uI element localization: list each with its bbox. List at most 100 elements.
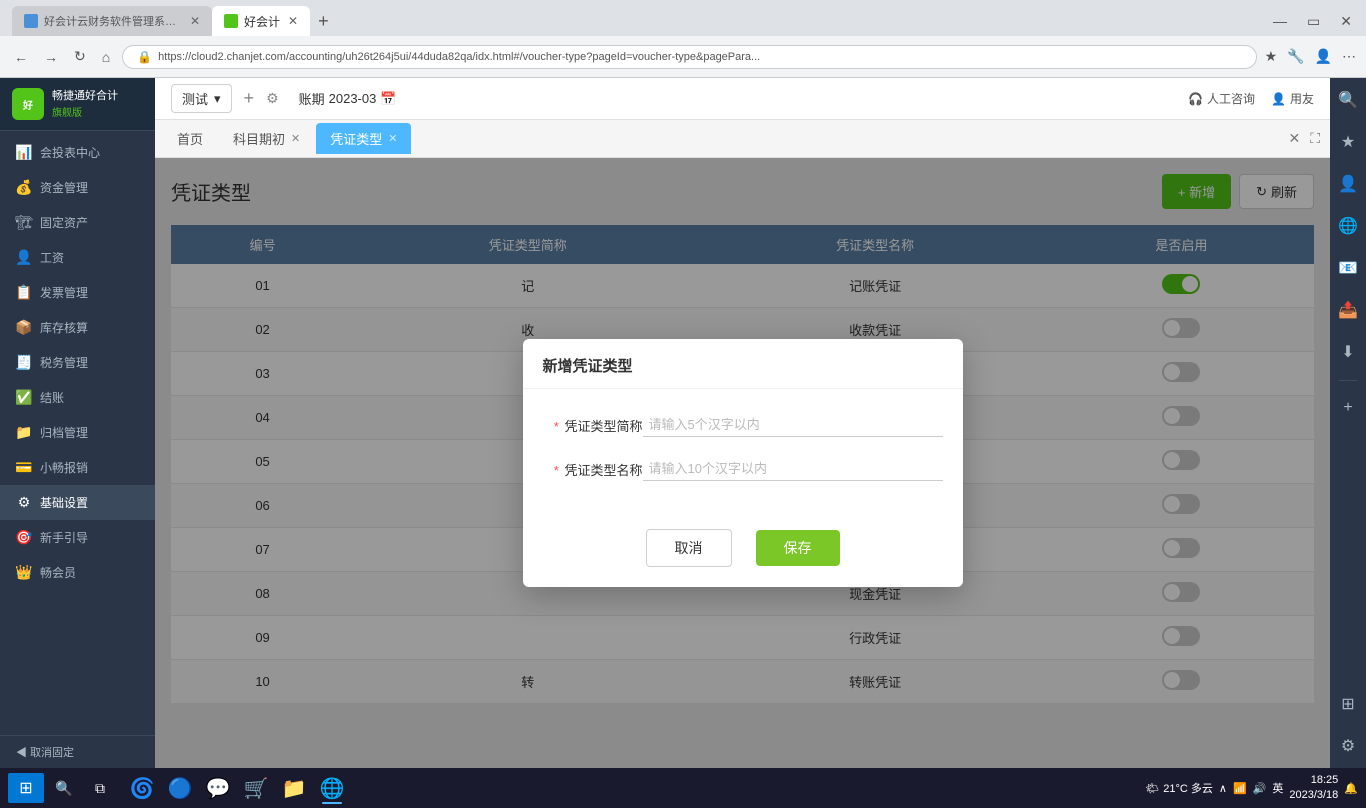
store-icon: 🛒	[244, 776, 269, 801]
cancel-button[interactable]: 取消	[646, 529, 732, 567]
calendar-icon[interactable]: 📅	[380, 91, 396, 107]
tab-bar: 好会计云财务软件管理系统_会计 ✕ 好会计 ✕ + — ▭ ✕	[0, 0, 1366, 36]
taskbar-app-wechat[interactable]: 💬	[200, 770, 236, 806]
tab-window-controls: ✕ ⛶	[1286, 128, 1322, 149]
app-logo: 好	[12, 88, 44, 120]
company-selector[interactable]: 测试 ▾	[171, 84, 232, 113]
rs-download-icon[interactable]: ⬇	[1337, 338, 1358, 366]
sidebar-item-expense[interactable]: 💳 小畅报销	[0, 450, 155, 485]
topbar-right: 🎧 人工咨询 👤 用友	[1188, 90, 1314, 107]
tab-close-2[interactable]: ✕	[288, 14, 298, 28]
period-value: 2023-03	[329, 91, 377, 106]
sidebar-item-investments[interactable]: 📊 会投表中心	[0, 135, 155, 170]
volume-icon[interactable]: 🔊	[1253, 782, 1267, 795]
app-main: 测试 ▾ + ⚙ 账期 2023-03 📅 🎧 人工咨询 👤 用友	[155, 78, 1330, 768]
close-button[interactable]: ✕	[1334, 13, 1358, 30]
clock-date: 2023/3/18	[1289, 788, 1338, 803]
tab-expand-button[interactable]: ⛶	[1308, 128, 1322, 149]
url-text: https://cloud2.chanjet.com/accounting/uh…	[158, 51, 1241, 63]
profile-icon[interactable]: 👤	[1315, 48, 1332, 65]
back-button[interactable]: ←	[10, 49, 32, 65]
sidebar-item-tax[interactable]: 🧾 税务管理	[0, 345, 155, 380]
more-icon[interactable]: ⋯	[1342, 48, 1356, 65]
rs-grid-icon[interactable]: ⊞	[1337, 690, 1358, 718]
minimize-button[interactable]: —	[1267, 13, 1293, 29]
period-label: 账期	[299, 89, 325, 108]
rs-outlook-icon[interactable]: 📧	[1334, 254, 1362, 282]
rs-gear-icon[interactable]: ⚙	[1337, 732, 1359, 760]
tab-voucher-label: 凭证类型	[330, 129, 382, 148]
extensions-icon[interactable]: 🔧	[1287, 48, 1304, 65]
wechat-icon: 💬	[206, 776, 231, 801]
app-version: 旗舰版	[52, 104, 118, 119]
rs-add-icon[interactable]: +	[1339, 395, 1356, 421]
tab-home[interactable]: 首页	[163, 123, 217, 154]
browser-tab-2[interactable]: 好会计 ✕	[212, 6, 310, 36]
refresh-button[interactable]: ↻	[70, 48, 90, 65]
add-company-icon[interactable]: +	[244, 88, 255, 109]
tab-voucher-close[interactable]: ✕	[388, 132, 397, 145]
favorites-icon[interactable]: ★	[1265, 48, 1278, 65]
user-button[interactable]: 👤 用友	[1271, 90, 1314, 107]
tab-minimize-button[interactable]: ✕	[1286, 128, 1302, 149]
sidebar-item-guide[interactable]: 🎯 新手引导	[0, 520, 155, 555]
rs-user-icon[interactable]: 👤	[1334, 170, 1362, 198]
sidebar-item-invoice[interactable]: 📋 发票管理	[0, 275, 155, 310]
tab-voucher-type[interactable]: 凭证类型 ✕	[316, 123, 411, 154]
task-view-button[interactable]: ⧉	[84, 773, 116, 803]
sidebar-item-settle[interactable]: ✅ 结账	[0, 380, 155, 415]
cancel-pin-button[interactable]: ◀ 取消固定	[0, 735, 155, 768]
browser-tab-1[interactable]: 好会计云财务软件管理系统_会计 ✕	[12, 6, 212, 36]
taskbar-app-chrome[interactable]: 🔵	[162, 770, 198, 806]
sidebar-label-expense: 小畅报销	[40, 459, 88, 476]
taskbar-app-folder[interactable]: 📁	[276, 770, 312, 806]
folder-icon: 📁	[282, 776, 307, 801]
sidebar-item-member[interactable]: 👑 畅会员	[0, 555, 155, 590]
rs-bookmark-icon[interactable]: ★	[1337, 128, 1359, 156]
taskbar-app-store[interactable]: 🛒	[238, 770, 274, 806]
sidebar-item-archive[interactable]: 📁 归档管理	[0, 415, 155, 450]
search-taskbar-button[interactable]: 🔍	[48, 773, 80, 803]
home-button[interactable]: ⌂	[98, 49, 114, 65]
rs-share-icon[interactable]: 📤	[1334, 296, 1362, 324]
abbr-input[interactable]	[643, 413, 943, 437]
tab-close-1[interactable]: ✕	[190, 14, 200, 28]
sidebar-item-fixed-assets[interactable]: 🏗 固定资产	[0, 205, 155, 240]
sidebar-label-tax: 税务管理	[40, 354, 88, 371]
start-button[interactable]: ⊞	[8, 773, 44, 803]
sidebar-item-finance[interactable]: 💰 资金管理	[0, 170, 155, 205]
notification-area: 🌤 21°C 多云	[1145, 780, 1213, 796]
save-button[interactable]: 保存	[756, 530, 840, 566]
sidebar: 好 畅捷通好合计 旗舰版 📊 会投表中心 💰 资金管理 🏗 固定资产 👤 工资	[0, 78, 155, 768]
restore-button[interactable]: ▭	[1301, 13, 1326, 30]
name-input[interactable]	[643, 457, 943, 481]
settings-gear-icon[interactable]: ⚙	[266, 90, 279, 107]
up-arrow-icon[interactable]: ∧	[1219, 782, 1227, 795]
notification-icon[interactable]: 🔔	[1344, 782, 1358, 795]
content-area: 凭证类型 + 新增 ↻ 刷新 编号 凭证类型简称 凭证类型名称 是否启用	[155, 158, 1330, 768]
tab-title-1: 好会计云财务软件管理系统_会计	[44, 13, 182, 29]
new-tab-button[interactable]: +	[318, 11, 329, 32]
url-box[interactable]: 🔒 https://cloud2.chanjet.com/accounting/…	[122, 45, 1256, 69]
taskbar-app-browser[interactable]: 🌐	[314, 770, 350, 806]
archive-icon: 📁	[16, 425, 32, 441]
taskbar-right: 🌤 21°C 多云 ∧ 📶 🔊 英 18:25 2023/3/18 🔔	[1145, 773, 1358, 804]
consultant-button[interactable]: 🎧 人工咨询	[1188, 90, 1255, 107]
rs-search-icon[interactable]: 🔍	[1334, 86, 1362, 114]
task-view-icon: ⧉	[95, 780, 105, 797]
tab-subject-close[interactable]: ✕	[291, 132, 300, 145]
sidebar-item-settings[interactable]: ⚙ 基础设置	[0, 485, 155, 520]
rs-browser-icon[interactable]: 🌐	[1334, 212, 1362, 240]
dropdown-icon: ▾	[214, 91, 221, 107]
expense-icon: 💳	[16, 460, 32, 476]
user-label: 用友	[1290, 90, 1314, 107]
forward-button[interactable]: →	[40, 49, 62, 65]
name-form-row: * 凭证类型名称	[543, 457, 943, 481]
tab-subject-period[interactable]: 科目期初 ✕	[219, 123, 314, 154]
sidebar-item-salary[interactable]: 👤 工资	[0, 240, 155, 275]
taskbar-app-edge[interactable]: 🌀	[124, 770, 160, 806]
taskbar-clock: 18:25 2023/3/18	[1289, 773, 1338, 804]
lang-indicator: 英	[1272, 780, 1283, 796]
sidebar-item-inventory[interactable]: 📦 库存核算	[0, 310, 155, 345]
app-name: 畅捷通好合计 旗舰版	[52, 89, 118, 118]
